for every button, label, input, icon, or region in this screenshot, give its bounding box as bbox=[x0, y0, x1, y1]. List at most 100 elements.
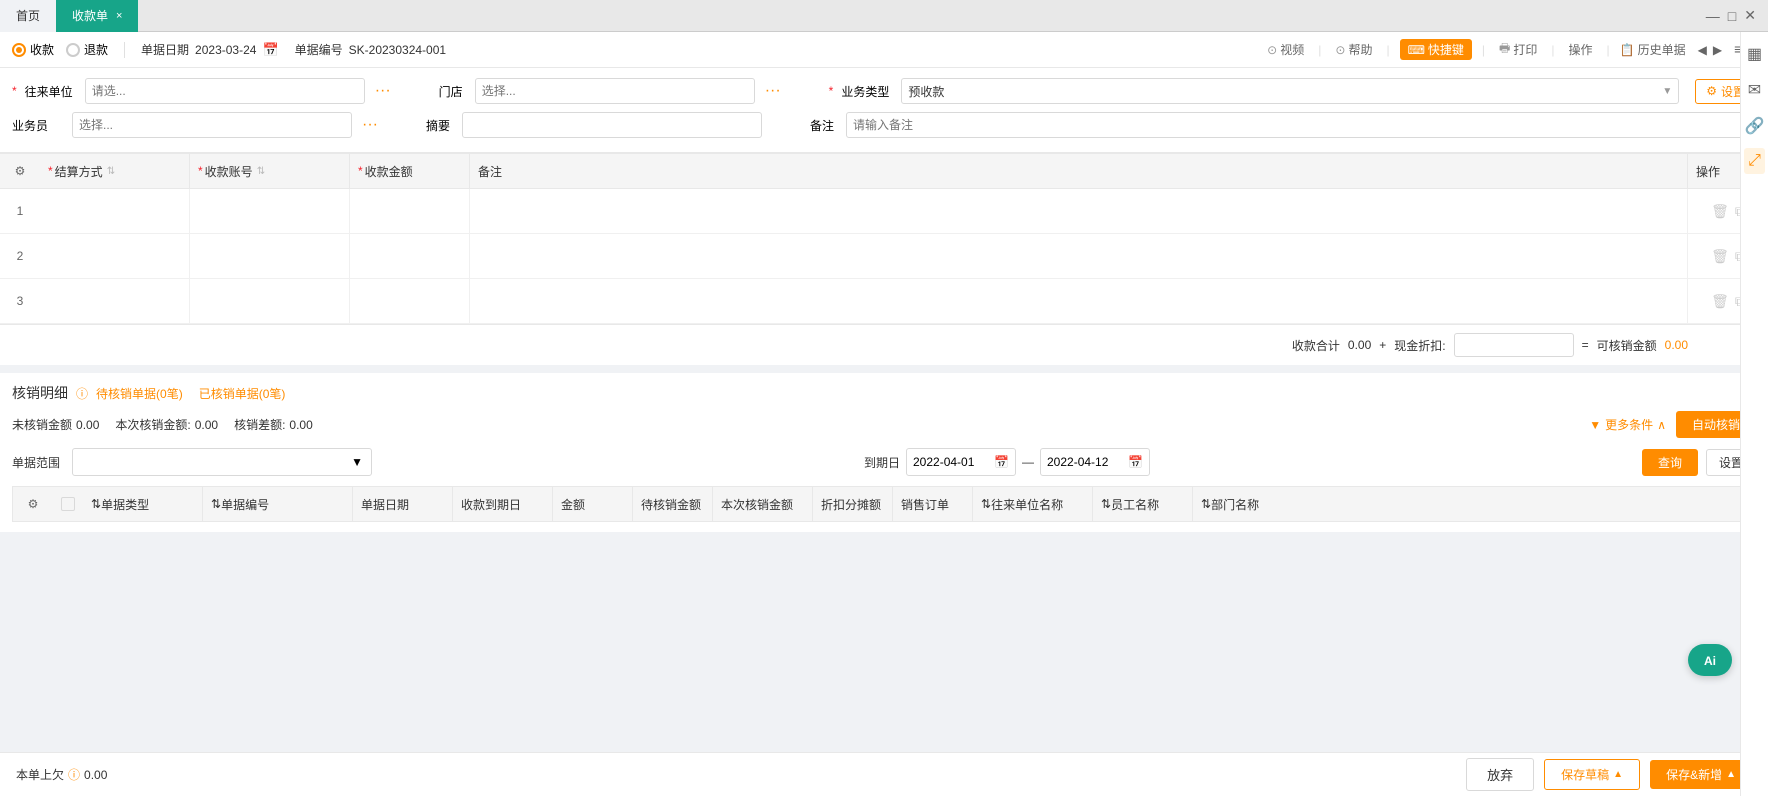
store-input[interactable] bbox=[475, 78, 755, 104]
abandon-button[interactable]: 放弃 bbox=[1466, 758, 1534, 791]
next-arrow[interactable]: ▶ bbox=[1711, 41, 1724, 59]
td-jine-2[interactable] bbox=[350, 234, 470, 278]
sort-jiesuan[interactable]: ⇅ bbox=[107, 166, 115, 177]
business-type-required-mark: * bbox=[829, 84, 834, 98]
counterpart-required-mark: * bbox=[12, 84, 17, 98]
toolbar-right: ⊙ 视频 | ⊙ 帮助 | ⌨ 快捷键 | 🖶 打印 | 操作 | 📋 历史单据… bbox=[1263, 37, 1756, 62]
v-th-check[interactable] bbox=[53, 497, 83, 511]
close-button[interactable]: ✕ bbox=[1744, 7, 1756, 24]
shortcut-button[interactable]: ⌨ 快捷键 bbox=[1400, 39, 1472, 60]
td-jiesuan-2[interactable] bbox=[40, 234, 190, 278]
summary-input[interactable] bbox=[462, 112, 762, 138]
staff-input[interactable] bbox=[72, 112, 352, 138]
jine-input-3[interactable] bbox=[354, 287, 465, 315]
sort-v-type[interactable]: ⇅ bbox=[91, 497, 101, 511]
store-more-btn[interactable]: ··· bbox=[765, 82, 781, 100]
jine-input-1[interactable] bbox=[354, 197, 465, 225]
history-button[interactable]: 📋 历史单据 bbox=[1620, 41, 1686, 58]
select-all-checkbox[interactable] bbox=[61, 497, 75, 511]
tab-home[interactable]: 首页 bbox=[0, 0, 56, 32]
v-th-dept: ⇅ 部门名称 bbox=[1193, 487, 1755, 521]
help-button[interactable]: ⊙ 帮助 bbox=[1331, 39, 1376, 60]
business-type-select[interactable]: 预收款 ▼ bbox=[901, 78, 1679, 104]
ai-badge[interactable]: Ai bbox=[1688, 644, 1732, 676]
sidebar-table-icon[interactable]: ▦ bbox=[1743, 40, 1766, 68]
v-table-settings-icon[interactable]: ⚙ bbox=[13, 497, 53, 511]
minimize-button[interactable]: — bbox=[1706, 8, 1720, 24]
table-settings-icon[interactable]: ⚙ bbox=[0, 164, 40, 178]
num-field: 单据编号 SK-20230324-001 bbox=[295, 41, 446, 58]
td-jine-3[interactable] bbox=[350, 279, 470, 323]
save-new-button[interactable]: 保存&新增 ▲ bbox=[1650, 760, 1752, 789]
sidebar-email-icon[interactable]: ✉ bbox=[1744, 76, 1765, 104]
shoukuan-input-1[interactable] bbox=[194, 197, 345, 225]
date-to-icon[interactable]: 📅 bbox=[1128, 455, 1143, 469]
this-bill-info-icon[interactable]: ⓘ bbox=[68, 766, 80, 783]
sort-v-dept[interactable]: ⇅ bbox=[1201, 497, 1211, 511]
staff-more-btn[interactable]: ··· bbox=[362, 116, 378, 134]
counterpart-input[interactable] bbox=[85, 78, 365, 104]
counterpart-more-btn[interactable]: ··· bbox=[375, 82, 391, 100]
jiesuan-input-3[interactable] bbox=[44, 287, 185, 315]
save-draft-button[interactable]: 保存草稿 ▲ bbox=[1544, 759, 1640, 790]
calendar-icon[interactable]: 📅 bbox=[262, 42, 278, 58]
td-beizhu-3[interactable] bbox=[470, 279, 1688, 323]
td-shoukuan-3[interactable] bbox=[190, 279, 350, 323]
sidebar-expand-icon[interactable]: ⤢ bbox=[1744, 148, 1765, 174]
discount-input[interactable] bbox=[1454, 333, 1574, 357]
print-button[interactable]: 🖶 打印 bbox=[1495, 37, 1541, 62]
delete-row-1[interactable]: 🗑 bbox=[1711, 203, 1729, 220]
date-from-input[interactable]: 2022-04-01 📅 bbox=[906, 448, 1016, 476]
completed-tab-link[interactable]: 已核销单据(0笔) bbox=[199, 385, 286, 402]
receipt-refund-group: 收款 退款 bbox=[12, 41, 108, 58]
sidebar-attachment-icon[interactable]: 🔗 bbox=[1741, 112, 1768, 140]
prev-arrow[interactable]: ◀ bbox=[1696, 41, 1709, 59]
table-body: 1 🗑 ⧉ 2 bbox=[0, 189, 1768, 324]
date-from-icon[interactable]: 📅 bbox=[994, 455, 1009, 469]
date-to-input[interactable]: 2022-04-12 📅 bbox=[1040, 448, 1150, 476]
td-shoukuan-2[interactable] bbox=[190, 234, 350, 278]
sort-v-from[interactable]: ⇅ bbox=[981, 497, 991, 511]
sort-v-staff[interactable]: ⇅ bbox=[1101, 497, 1111, 511]
form-row-1: * 往来单位 ··· 门店 ··· * 业务类型 预收款 ▼ ⚙ 设置 bbox=[12, 78, 1756, 104]
td-jine-1[interactable] bbox=[350, 189, 470, 233]
tab-receipt[interactable]: 收款单 × bbox=[56, 0, 138, 32]
tab-close-icon[interactable]: × bbox=[116, 10, 122, 22]
beizhu-input-2[interactable] bbox=[474, 242, 1683, 270]
td-beizhu-1[interactable] bbox=[470, 189, 1688, 233]
business-type-value: 预收款 bbox=[908, 83, 944, 100]
tab-bar: 首页 收款单 × — □ ✕ bbox=[0, 0, 1768, 32]
remark-input[interactable] bbox=[846, 112, 1756, 138]
delete-row-2[interactable]: 🗑 bbox=[1711, 248, 1729, 265]
pending-tab-link[interactable]: 待核销单据(0笔) bbox=[96, 385, 183, 402]
maximize-button[interactable]: □ bbox=[1728, 8, 1736, 24]
more-conditions-btn[interactable]: ▼ 更多条件 ∧ bbox=[1589, 416, 1666, 433]
beizhu-input-3[interactable] bbox=[474, 287, 1683, 315]
td-jiesuan-3[interactable] bbox=[40, 279, 190, 323]
query-button[interactable]: 查询 bbox=[1642, 449, 1698, 476]
jine-input-2[interactable] bbox=[354, 242, 465, 270]
td-jiesuan-1[interactable] bbox=[40, 189, 190, 233]
verification-info-icon[interactable]: ⓘ bbox=[76, 385, 88, 402]
sort-v-num[interactable]: ⇅ bbox=[211, 497, 221, 511]
td-beizhu-2[interactable] bbox=[470, 234, 1688, 278]
receipt-radio[interactable]: 收款 bbox=[12, 41, 54, 58]
jiesuan-input-1[interactable] bbox=[44, 197, 185, 225]
shoukuan-input-3[interactable] bbox=[194, 287, 345, 315]
delete-row-3[interactable]: 🗑 bbox=[1711, 293, 1729, 310]
range-select[interactable]: ▼ bbox=[72, 448, 372, 476]
sort-shoukuan[interactable]: ⇅ bbox=[257, 166, 265, 177]
operation-button[interactable]: 操作 bbox=[1565, 39, 1597, 60]
discount-label: 现金折扣: bbox=[1394, 337, 1445, 354]
equals-sign: = bbox=[1582, 338, 1589, 352]
video-button[interactable]: ⊙ 视频 bbox=[1263, 39, 1308, 60]
beizhu-input-1[interactable] bbox=[474, 197, 1683, 225]
jiesuan-input-2[interactable] bbox=[44, 242, 185, 270]
row-num-1: 1 bbox=[0, 204, 40, 218]
v-th-pending: 待核销金额 bbox=[633, 487, 713, 521]
refund-radio[interactable]: 退款 bbox=[66, 41, 108, 58]
shoukuan-input-2[interactable] bbox=[194, 242, 345, 270]
top-toolbar: 收款 退款 单据日期 2023-03-24 📅 单据编号 SK-20230324… bbox=[0, 32, 1768, 68]
date-from-value: 2022-04-01 bbox=[913, 455, 974, 469]
td-shoukuan-1[interactable] bbox=[190, 189, 350, 233]
